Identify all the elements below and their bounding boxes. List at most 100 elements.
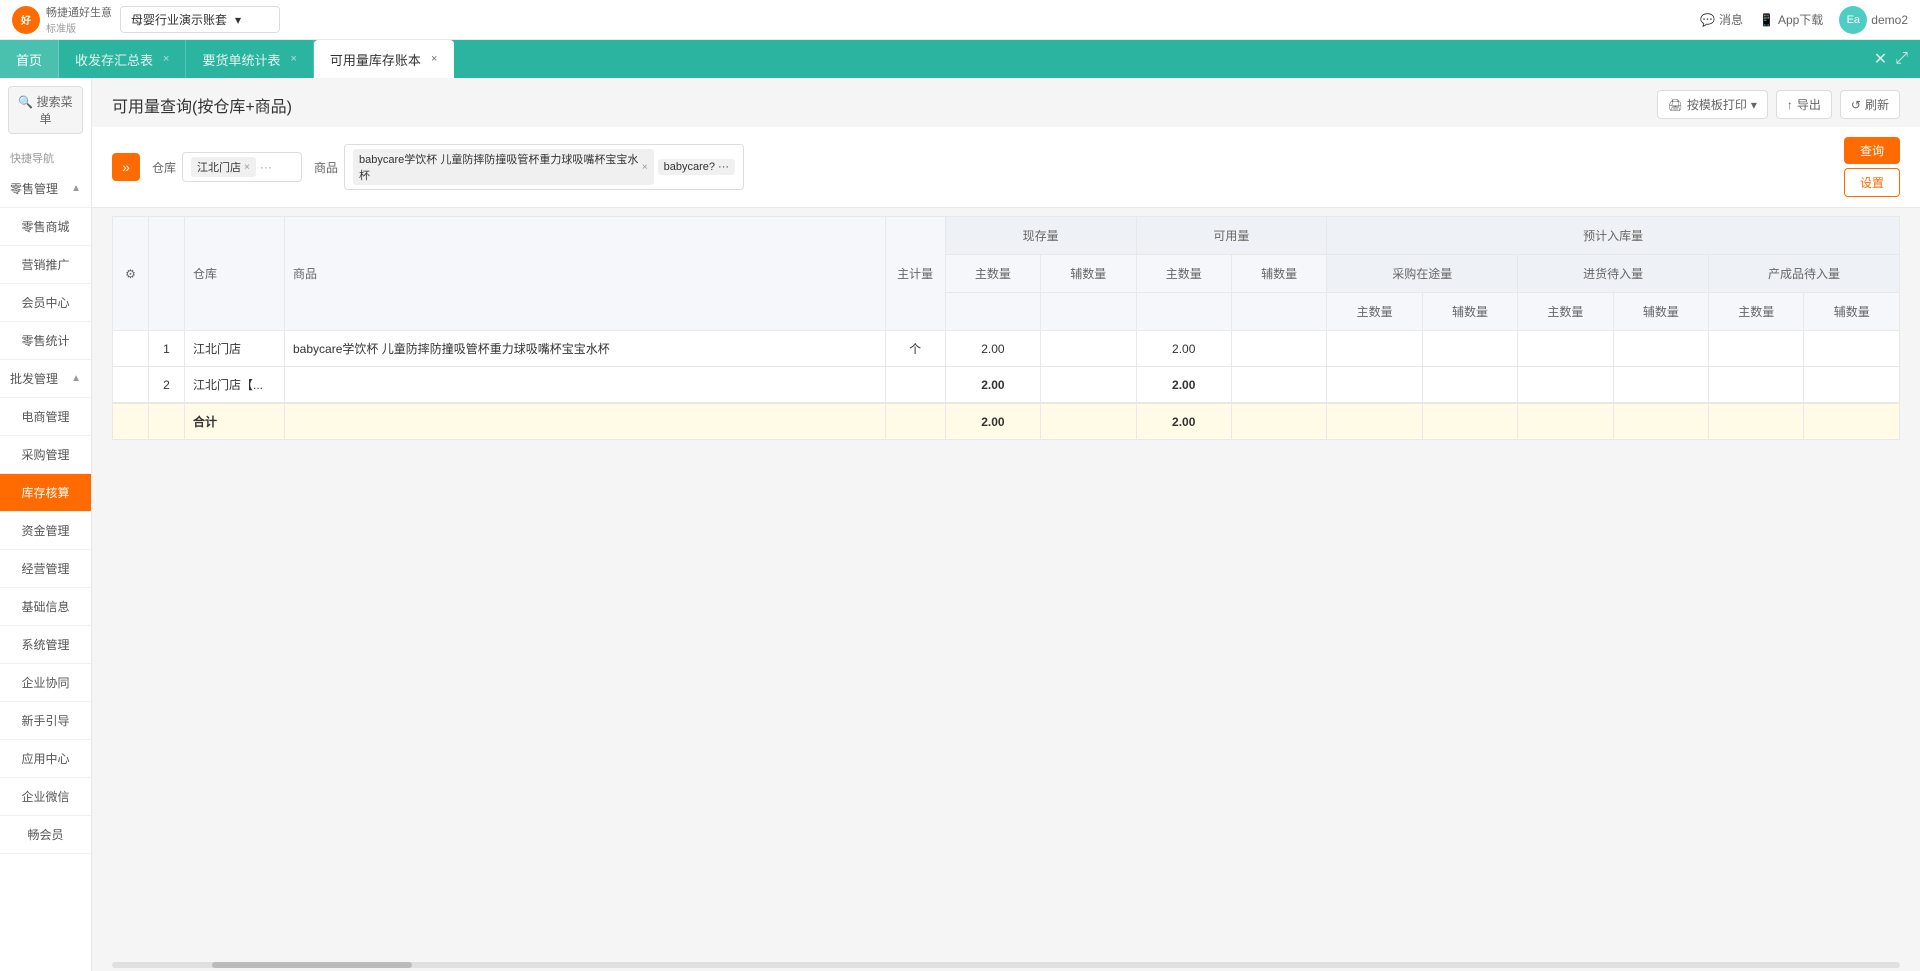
content-area: 可用量查询(按仓库+商品) 🖨 按模板打印 ▾ ↑ 导出 ↺ 刷新 (92, 78, 1920, 971)
cell-avail-main-1: 2.00 (1136, 331, 1231, 367)
sidebar-item-new-guide-label: 新手引导 (21, 714, 69, 728)
warehouse-more-icon[interactable]: ··· (260, 160, 272, 174)
sidebar-item-wholesale[interactable]: 批发管理 ▲ (0, 360, 91, 398)
sidebar-item-wechat[interactable]: 企业微信 (0, 778, 91, 816)
warehouse-tag-close-icon[interactable]: × (244, 162, 250, 173)
product-filter-group: 商品 babycare学饮杯 儿童防摔防撞吸管杯重力球吸嘴杯宝宝水杯 × bab… (314, 144, 744, 190)
top-bar: 好 畅捷通好生意 标准版 母婴行业演示账套 ▾ 💬 消息 📱 App下载 Ea … (0, 0, 1920, 40)
sidebar-item-purchase[interactable]: 采购管理 (0, 436, 91, 474)
sidebar-item-basic-info[interactable]: 基础信息 (0, 588, 91, 626)
chevron-icon: ▲ (71, 183, 81, 194)
refresh-button[interactable]: ↺ 刷新 (1840, 90, 1900, 119)
col-header-proda: 辅数量 (1804, 293, 1900, 331)
settings-button[interactable]: 设置 (1844, 168, 1900, 197)
sidebar-item-enterprise-label: 企业协同 (21, 676, 69, 690)
footer-current-main: 2.00 (945, 403, 1040, 440)
refresh-icon: ↺ (1851, 98, 1861, 112)
org-selector[interactable]: 母婴行业演示账套 ▾ (120, 6, 280, 33)
cell-purchase-aux-2 (1422, 367, 1517, 404)
sidebar-item-vip[interactable]: 畅会员 (0, 816, 91, 854)
sidebar-search-button[interactable]: 🔍 搜索菜单 (8, 86, 83, 134)
sidebar-item-member-label: 会员中心 (21, 296, 69, 310)
sidebar-item-new-guide[interactable]: 新手引导 (0, 702, 91, 740)
logo-icon: 好 (12, 6, 40, 34)
col-header-im: 主数量 (1518, 293, 1613, 331)
expand-tabs-icon[interactable]: ⤢ (1895, 50, 1908, 68)
sidebar-item-marketing-label: 营销推广 (21, 258, 69, 272)
cell-current-aux-2 (1041, 367, 1136, 404)
col-header-product: 商品 (285, 217, 886, 331)
filter-bar: » 仓库 江北门店 × ··· 商品 babycare学饮杯 儿童防摔防撞吸管杯… (92, 127, 1920, 208)
sidebar-item-ecommerce[interactable]: 电商管理 (0, 398, 91, 436)
sidebar-item-inventory[interactable]: 库存核算 (0, 474, 91, 512)
app-download-button[interactable]: 📱 App下载 (1759, 11, 1823, 28)
main-layout: 🔍 搜索菜单 快捷导航 零售管理 ▲ 零售商城 营销推广 会员中心 零售统计 批… (0, 78, 1920, 971)
cell-unit-2 (885, 367, 945, 404)
refresh-label: 刷新 (1865, 96, 1889, 113)
sidebar-item-wechat-label: 企业微信 (21, 790, 69, 804)
export-button[interactable]: ↑ 导出 (1776, 90, 1832, 119)
sidebar-item-finance[interactable]: 资金管理 (0, 512, 91, 550)
sidebar-item-system-label: 系统管理 (21, 638, 69, 652)
tab-receive-summary[interactable]: 收发存汇总表 × (59, 40, 186, 78)
sidebar-item-retail-stats-label: 零售统计 (21, 334, 69, 348)
col-header-current-aux: 辅数量 (1041, 255, 1136, 293)
sidebar-item-retail[interactable]: 零售管理 ▲ (0, 170, 91, 208)
query-button[interactable]: 查询 (1844, 137, 1900, 164)
footer-avail-main: 2.00 (1136, 403, 1231, 440)
tab-order-close-icon[interactable]: × (290, 53, 296, 65)
table-section: ⚙ 仓库 商品 主计量 现存量 可用量 预计入库量 主数量 辅数量 主数量 (92, 216, 1920, 959)
sidebar-item-finance-label: 资金管理 (21, 524, 69, 538)
msg-button[interactable]: 💬 消息 (1700, 11, 1743, 28)
warehouse-filter-input[interactable]: 江北门店 × ··· (182, 152, 302, 182)
footer-product-main (1709, 403, 1804, 440)
col-header-prodm: 主数量 (1709, 293, 1804, 331)
cell-avail-main-2: 2.00 (1136, 367, 1231, 404)
product-tag-1-close-icon[interactable]: × (642, 162, 648, 173)
table-row: 1 江北门店 babycare学饮杯 儿童防摔防撞吸管杯重力球吸嘴杯宝宝水杯 个… (113, 331, 1900, 367)
tab-receive-close-icon[interactable]: × (163, 53, 169, 65)
tab-bar: 首页 收发存汇总表 × 要货单统计表 × 可用量库存账本 × ✕ ⤢ (0, 40, 1920, 78)
cell-current-main-1: 2.00 (945, 331, 1040, 367)
cell-product-main-2 (1709, 367, 1804, 404)
sidebar-item-member[interactable]: 会员中心 (0, 284, 91, 322)
product-tag-2: babycare? ··· (658, 159, 735, 175)
print-button[interactable]: 🖨 按模板打印 ▾ (1657, 90, 1768, 119)
sidebar-item-inventory-label: 库存核算 (21, 486, 69, 500)
product-filter-input[interactable]: babycare学饮杯 儿童防摔防撞吸管杯重力球吸嘴杯宝宝水杯 × babyca… (344, 144, 744, 190)
tab-available-close-icon[interactable]: × (431, 53, 437, 65)
tab-bar-end: ✕ ⤢ (1862, 40, 1920, 78)
sidebar-item-retail-mall[interactable]: 零售商城 (0, 208, 91, 246)
footer-product (285, 403, 886, 440)
print-chevron-icon: ▾ (1751, 98, 1757, 112)
sidebar-item-system[interactable]: 系统管理 (0, 626, 91, 664)
sidebar-item-marketing[interactable]: 营销推广 (0, 246, 91, 284)
col-header-avail-main: 主数量 (1136, 255, 1231, 293)
sidebar-item-ecommerce-label: 电商管理 (21, 410, 69, 424)
close-all-tabs-icon[interactable]: ✕ (1874, 49, 1887, 69)
product-tag-1-value: babycare学饮杯 儿童防摔防撞吸管杯重力球吸嘴杯宝宝水杯 (359, 151, 639, 183)
page-header: 可用量查询(按仓库+商品) 🖨 按模板打印 ▾ ↑ 导出 ↺ 刷新 (92, 78, 1920, 127)
col-header-ia: 辅数量 (1613, 293, 1708, 331)
filter-expand-button[interactable]: » (112, 153, 140, 181)
sidebar-item-operations[interactable]: 经营管理 (0, 550, 91, 588)
scroll-thumb[interactable] (212, 962, 412, 968)
user-menu[interactable]: Ea demo2 (1839, 6, 1908, 34)
avatar: Ea (1839, 6, 1867, 34)
col-header-settings[interactable]: ⚙ (113, 217, 149, 331)
footer-incoming-main (1518, 403, 1613, 440)
tab-available-qty[interactable]: 可用量库存账本 × (314, 40, 454, 78)
tab-available-label: 可用量库存账本 (330, 50, 421, 69)
page-actions: 🖨 按模板打印 ▾ ↑ 导出 ↺ 刷新 (1657, 90, 1900, 119)
footer-purchase-aux (1422, 403, 1517, 440)
sidebar-item-retail-stats[interactable]: 零售统计 (0, 322, 91, 360)
tab-home[interactable]: 首页 (0, 40, 59, 78)
col-header-incoming: 预计入库量 (1327, 217, 1900, 255)
sidebar-item-retail-label: 零售管理 (10, 180, 58, 197)
tab-order-stats[interactable]: 要货单统计表 × (186, 40, 313, 78)
sidebar-item-enterprise[interactable]: 企业协同 (0, 664, 91, 702)
cell-warehouse-2: 江北门店【... (185, 367, 285, 404)
sidebar-item-app-center[interactable]: 应用中心 (0, 740, 91, 778)
horizontal-scrollbar[interactable] (92, 959, 1920, 971)
product-tag-2-value: babycare? (664, 161, 715, 173)
